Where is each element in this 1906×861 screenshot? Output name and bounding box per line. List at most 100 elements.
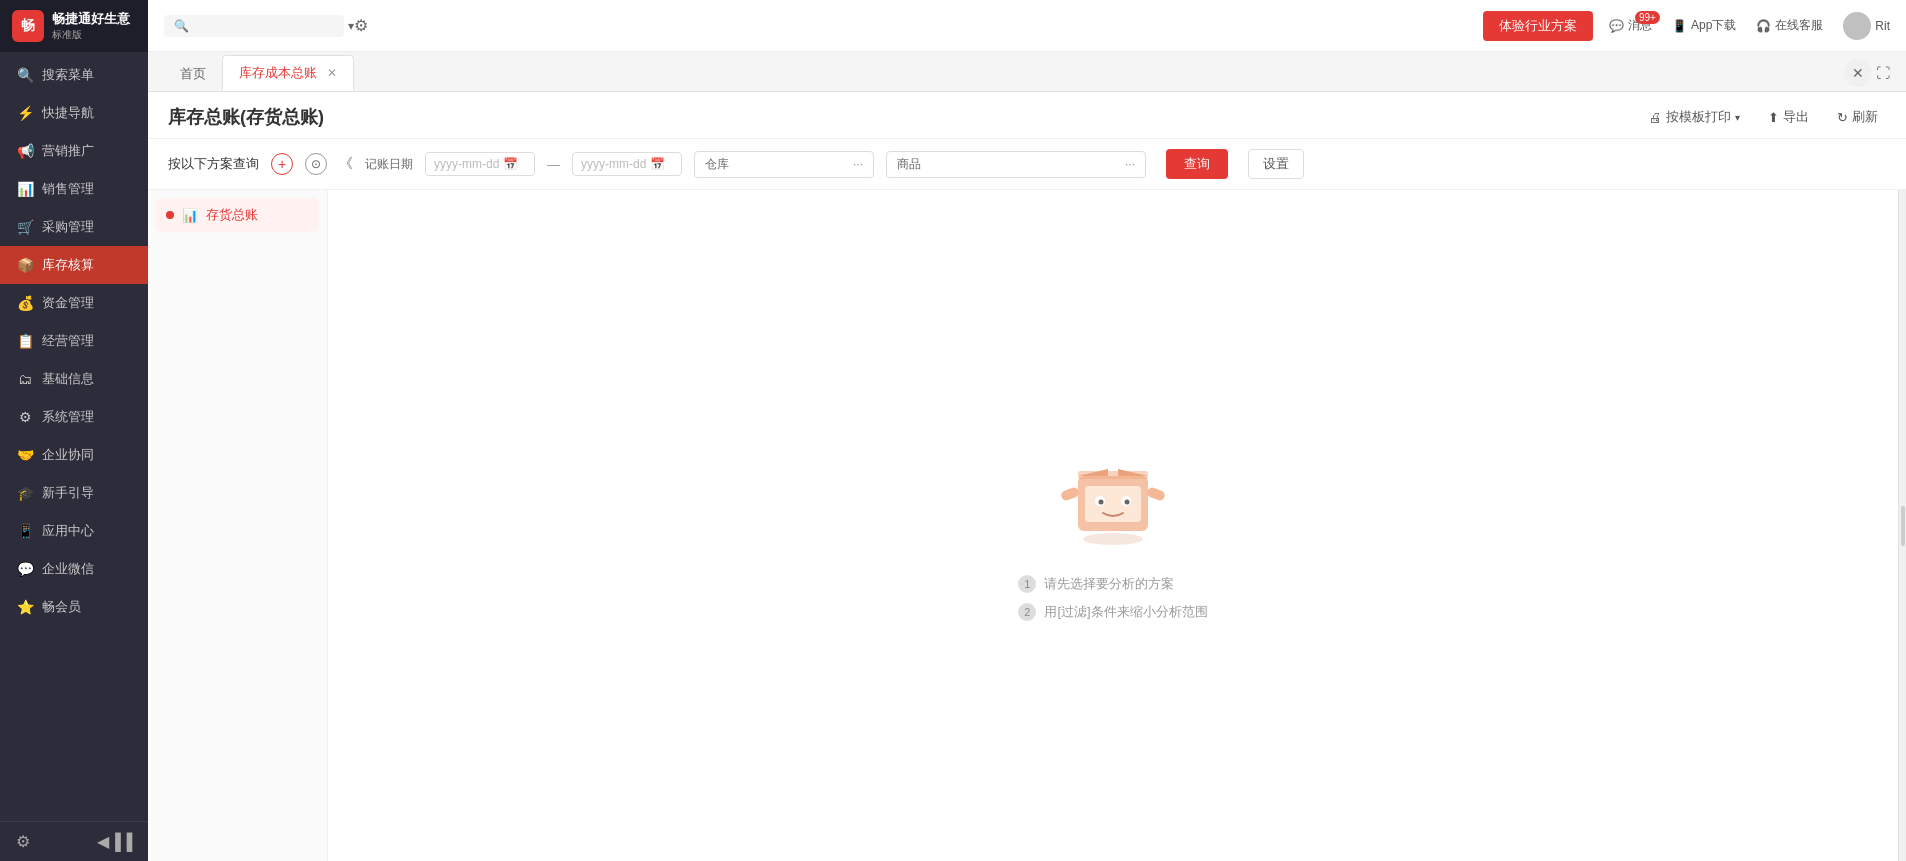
nav-label-sales: 销售管理	[42, 180, 94, 198]
scheme-item-inventory[interactable]: 📊 存货总账	[156, 198, 319, 232]
purchase-icon: 🛒	[16, 218, 34, 236]
export-button[interactable]: ⬆ 导出	[1760, 104, 1817, 130]
nav-label-search: 搜索菜单	[42, 66, 94, 84]
online-service-label: 在线客服	[1775, 17, 1823, 34]
sidebar-item-marketing[interactable]: 📢 营销推广	[0, 132, 148, 170]
body-area: 📊 存货总账	[148, 190, 1906, 861]
online-service-item[interactable]: 🎧 在线客服	[1756, 17, 1823, 34]
page-actions: 🖨 按模板打印 ▾ ⬆ 导出 ↻ 刷新	[1641, 104, 1886, 130]
tabbar: 首页 库存成本总账 ✕ ✕ ⛶	[148, 52, 1906, 92]
filter-label: 按以下方案查询	[168, 155, 259, 173]
nav-label-inventory: 库存核算	[42, 256, 94, 274]
user-name: Rit	[1875, 19, 1890, 33]
sidebar-item-member[interactable]: ⭐ 畅会员	[0, 588, 148, 626]
nav-label-quick-nav: 快捷导航	[42, 104, 94, 122]
sidebar-item-operations[interactable]: 📋 经营管理	[0, 322, 148, 360]
nav-label-app-center: 应用中心	[42, 522, 94, 540]
print-dropdown-icon: ▾	[1735, 112, 1740, 123]
nav-label-finance: 资金管理	[42, 294, 94, 312]
message-badge: 99+	[1635, 11, 1660, 24]
empty-tip-2: 2 用[过滤]条件来缩小分析范围	[1018, 603, 1207, 621]
nav-label-system: 系统管理	[42, 408, 94, 426]
setting-button[interactable]: 设置	[1248, 149, 1304, 179]
content-area: 库存总账(存货总账) 🖨 按模板打印 ▾ ⬆ 导出 ↻ 刷新 按以下方案查询	[148, 92, 1906, 861]
empty-state-area: 1 请先选择要分析的方案 2 用[过滤]条件来缩小分析范围	[328, 190, 1898, 861]
search-icon: 🔍	[174, 19, 189, 33]
member-icon: ⭐	[16, 598, 34, 616]
sidebar-item-search[interactable]: 🔍 搜索菜单	[0, 56, 148, 94]
sidebar-nav: 🔍 搜索菜单 ⚡ 快捷导航 📢 营销推广 📊 销售管理 🛒 采购管理 📦 库存核…	[0, 52, 148, 821]
print-icon: 🖨	[1649, 110, 1662, 125]
sidebar-bottom: ⚙ ◀▐▐	[0, 821, 148, 861]
topbar-search[interactable]: 🔍	[164, 15, 344, 37]
svg-rect-9	[1146, 486, 1166, 502]
finance-icon: 💰	[16, 294, 34, 312]
sidebar-item-app-center[interactable]: 📱 应用中心	[0, 512, 148, 550]
tab-home[interactable]: 首页	[164, 57, 222, 91]
panel-resize-handle	[1901, 506, 1905, 546]
settings-bottom-icon[interactable]: ⚙	[16, 832, 30, 851]
sidebar-item-purchase[interactable]: 🛒 采购管理	[0, 208, 148, 246]
refresh-button[interactable]: ↻ 刷新	[1829, 104, 1886, 130]
filter-schema-button[interactable]: ⊙	[305, 153, 327, 175]
sidebar-item-finance[interactable]: 💰 资金管理	[0, 284, 148, 322]
date-label: 记账日期	[365, 156, 413, 173]
sidebar-item-cooperation[interactable]: 🤝 企业协同	[0, 436, 148, 474]
sidebar-item-inventory[interactable]: 📦 库存核算	[0, 246, 148, 284]
right-panel-handle[interactable]	[1898, 190, 1906, 861]
industry-button[interactable]: 体验行业方案	[1483, 11, 1593, 41]
query-button[interactable]: 查询	[1166, 149, 1228, 179]
tab-inventory-cost[interactable]: 库存成本总账 ✕	[222, 55, 354, 91]
filter-collapse-button[interactable]: 《	[339, 155, 353, 173]
inventory-icon: 📦	[16, 256, 34, 274]
svg-point-6	[1099, 499, 1104, 504]
nav-label-purchase: 采购管理	[42, 218, 94, 236]
user-item[interactable]: Rit	[1843, 12, 1890, 40]
date-start-placeholder: yyyy-mm-dd	[434, 157, 499, 171]
nav-label-operations: 经营管理	[42, 332, 94, 350]
quick-nav-icon: ⚡	[16, 104, 34, 122]
date-start-input[interactable]: yyyy-mm-dd 📅	[425, 152, 535, 176]
tip-num-2: 2	[1018, 603, 1036, 621]
topbar-settings-icon[interactable]: ⚙	[354, 16, 368, 35]
sidebar-item-sales[interactable]: 📊 销售管理	[0, 170, 148, 208]
guide-icon: 🎓	[16, 484, 34, 502]
scheme-icon: 📊	[182, 208, 198, 223]
topbar: 🔍 ▾ ⚙ 体验行业方案 💬 消息 99+ 📱 App下载 🎧 在线客服 Rit	[148, 0, 1906, 52]
audio-bottom-icon[interactable]: ◀▐▐	[97, 832, 132, 851]
sidebar-item-quick-nav[interactable]: ⚡ 快捷导航	[0, 94, 148, 132]
tip-num-1: 1	[1018, 575, 1036, 593]
sidebar-item-wechat[interactable]: 💬 企业微信	[0, 550, 148, 588]
svg-rect-2	[1078, 471, 1148, 479]
system-icon: ⚙	[16, 408, 34, 426]
scheme-panel: 📊 存货总账	[148, 190, 328, 861]
tab-close-icon[interactable]: ✕	[327, 66, 337, 80]
warehouse-label: 仓库	[705, 156, 729, 173]
sidebar-item-system[interactable]: ⚙ 系统管理	[0, 398, 148, 436]
empty-illustration	[1053, 431, 1173, 551]
panel-close-button[interactable]: ✕	[1844, 59, 1872, 87]
warehouse-input[interactable]: 仓库 ···	[694, 151, 874, 178]
warehouse-more-icon: ···	[853, 157, 863, 171]
print-button[interactable]: 🖨 按模板打印 ▾	[1641, 104, 1748, 130]
page-title: 库存总账(存货总账)	[168, 105, 324, 129]
filter-add-button[interactable]: +	[271, 153, 293, 175]
panel-expand-icon[interactable]: ⛶	[1876, 65, 1890, 81]
product-input[interactable]: 商品 ···	[886, 151, 1146, 178]
calendar-start-icon: 📅	[503, 157, 518, 171]
sales-icon: 📊	[16, 180, 34, 198]
marketing-icon: 📢	[16, 142, 34, 160]
date-end-input[interactable]: yyyy-mm-dd 📅	[572, 152, 682, 176]
app-download-item[interactable]: 📱 App下载	[1672, 17, 1736, 34]
cooperation-icon: 🤝	[16, 446, 34, 464]
product-more-icon: ···	[1125, 157, 1135, 171]
svg-point-0	[1083, 533, 1143, 545]
main-area: 🔍 ▾ ⚙ 体验行业方案 💬 消息 99+ 📱 App下载 🎧 在线客服 Rit	[148, 0, 1906, 861]
sidebar-item-guide[interactable]: 🎓 新手引导	[0, 474, 148, 512]
search-icon: 🔍	[16, 66, 34, 84]
product-label: 商品	[897, 156, 921, 173]
sidebar-item-basic-info[interactable]: 🗂 基础信息	[0, 360, 148, 398]
nav-label-cooperation: 企业协同	[42, 446, 94, 464]
scheme-label: 存货总账	[206, 206, 258, 224]
message-item[interactable]: 💬 消息 99+	[1609, 17, 1652, 34]
